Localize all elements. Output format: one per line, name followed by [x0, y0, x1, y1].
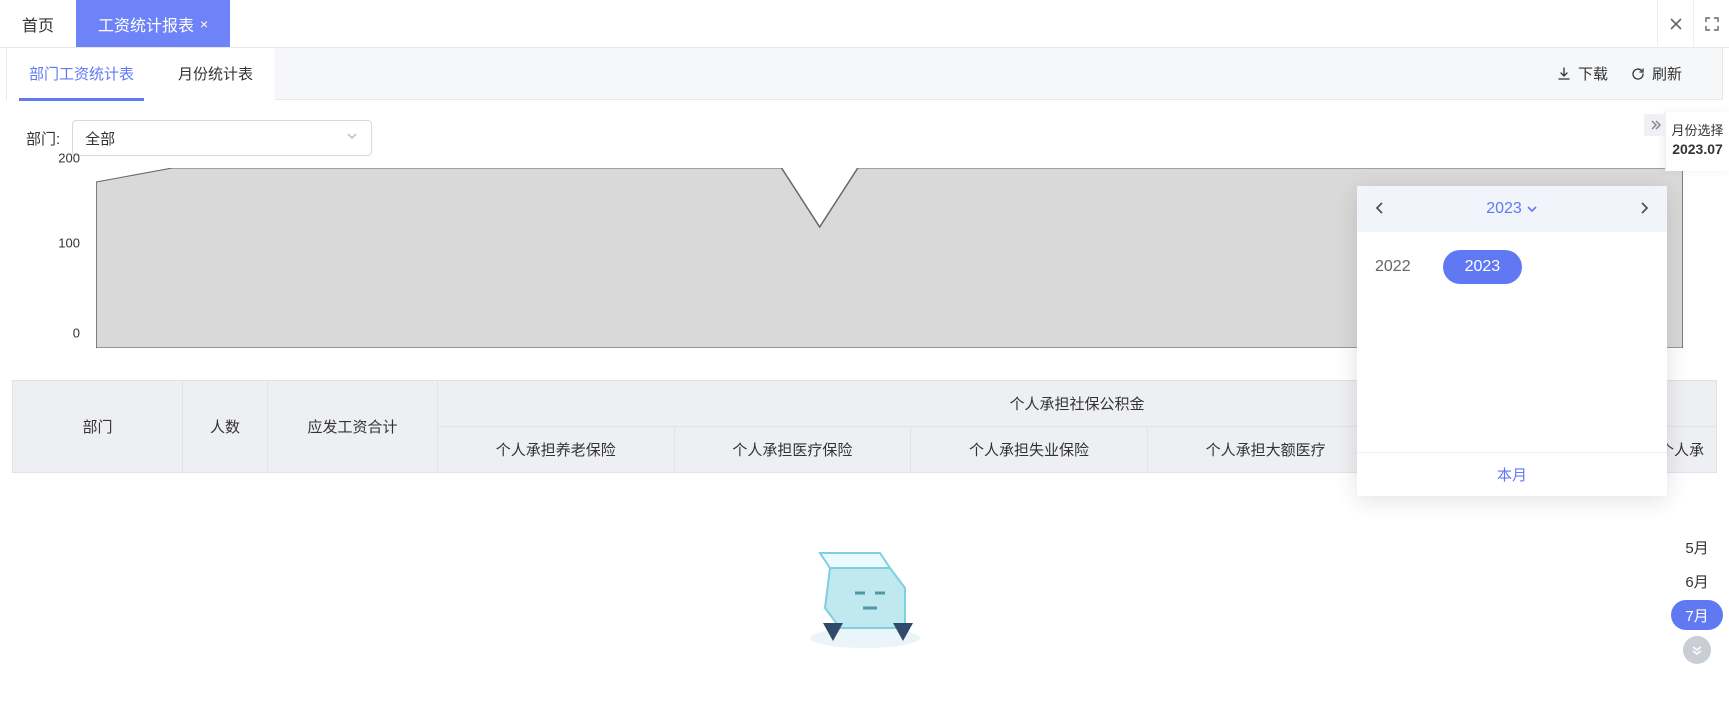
col-big: 个人承担大额医疗 [1147, 427, 1384, 473]
sub-tab-month[interactable]: 月份统计表 [156, 48, 275, 100]
y-axis: 0 100 200 [26, 168, 86, 368]
sub-tab-bar: 部门工资统计表 月份统计表 下载 刷新 [6, 48, 1723, 100]
month-item-6[interactable]: 6月 [1665, 564, 1729, 598]
col-medical: 个人承担医疗保险 [674, 427, 911, 473]
year-option-2023[interactable]: 2023 [1443, 250, 1523, 284]
year-select-label: 2023 [1486, 200, 1522, 218]
refresh-button[interactable]: 刷新 [1630, 63, 1682, 84]
col-count: 人数 [183, 381, 268, 473]
x-icon [1668, 16, 1684, 32]
close-panel-button[interactable] [1657, 0, 1693, 48]
y-tick-0: 0 [73, 326, 80, 341]
tab-salary-report-label: 工资统计报表 [98, 12, 194, 36]
month-scroll-down-button[interactable] [1683, 636, 1711, 664]
chevron-right-icon [1637, 201, 1651, 215]
download-label: 下载 [1578, 63, 1608, 84]
sub-tab-dept[interactable]: 部门工资统计表 [7, 48, 156, 100]
month-item-5[interactable]: 5月 [1665, 530, 1729, 564]
col-pension: 个人承担养老保险 [438, 427, 675, 473]
chevron-right-double-icon [1649, 119, 1661, 131]
empty-state [12, 473, 1717, 713]
download-button[interactable]: 下载 [1556, 63, 1608, 84]
month-sidebar: 月份选择 2023.07 [1665, 112, 1729, 171]
year-option-2022[interactable]: 2022 [1375, 250, 1411, 284]
y-tick-100: 100 [58, 236, 80, 251]
fullscreen-icon [1704, 16, 1720, 32]
fullscreen-button[interactable] [1693, 0, 1729, 48]
dept-select[interactable]: 全部 [72, 120, 372, 156]
collapse-sidebar-button[interactable] [1644, 114, 1666, 136]
download-icon [1556, 66, 1572, 82]
sub-tab-dept-label: 部门工资统计表 [29, 63, 134, 84]
year-picker-popover: 2023 2022 2023 本月 [1357, 186, 1667, 496]
col-dept: 部门 [13, 381, 183, 473]
refresh-label: 刷新 [1652, 63, 1682, 84]
y-tick-200: 200 [58, 151, 80, 166]
chevron-down-icon [345, 129, 359, 147]
chevron-left-icon [1373, 201, 1387, 215]
month-item-7[interactable]: 7月 [1671, 600, 1723, 630]
dept-select-value: 全部 [85, 128, 115, 149]
month-panel-title: 月份选择 [1666, 118, 1729, 141]
col-total: 应发工资合计 [268, 381, 438, 473]
empty-illustration-icon [795, 533, 935, 653]
filter-row: 部门: 全部 [6, 100, 1723, 168]
year-select-button[interactable]: 2023 [1486, 200, 1538, 218]
refresh-icon [1630, 66, 1646, 82]
chevron-down-double-icon [1690, 643, 1704, 657]
top-tab-bar: 首页 工资统计报表 × [0, 0, 1729, 48]
sub-tab-month-label: 月份统计表 [178, 63, 253, 84]
close-icon[interactable]: × [200, 16, 208, 32]
year-prev-button[interactable] [1373, 199, 1387, 220]
month-panel-current: 2023.07 [1666, 141, 1729, 165]
month-list: 5月 6月 7月 [1665, 530, 1729, 664]
tab-home[interactable]: 首页 [0, 0, 76, 47]
tab-salary-report[interactable]: 工资统计报表 × [76, 0, 230, 47]
this-month-button[interactable]: 本月 [1497, 464, 1527, 485]
tab-home-label: 首页 [22, 12, 54, 36]
col-unemp: 个人承担失业保险 [911, 427, 1148, 473]
dept-filter-label: 部门: [26, 128, 60, 149]
year-next-button[interactable] [1637, 199, 1651, 220]
chevron-down-icon [1526, 203, 1538, 215]
